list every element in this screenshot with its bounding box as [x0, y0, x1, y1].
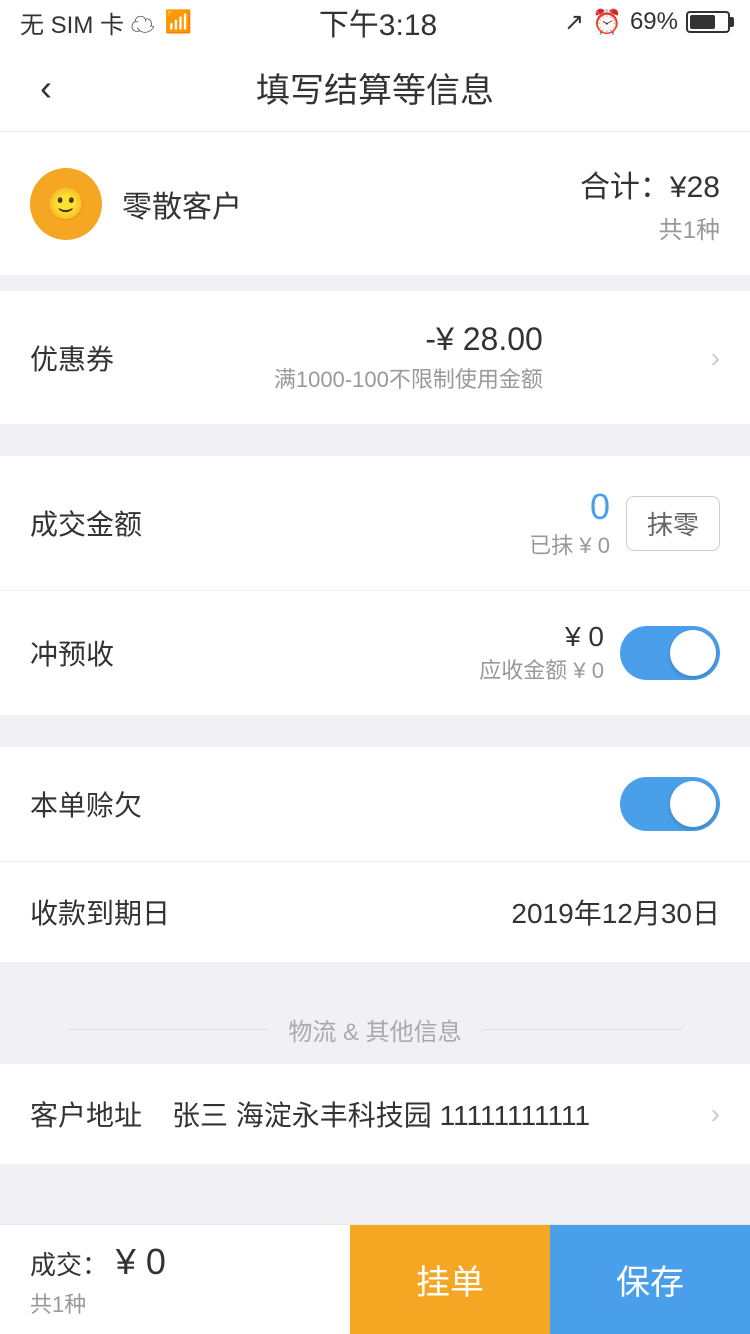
status-bar: 无 SIM 卡 ☁ 📶 下午3:18 ↗ ⏰ 69% — [0, 0, 750, 44]
prepayment-label: 冲预收 — [30, 633, 114, 673]
hang-button[interactable]: 挂单 — [350, 1225, 550, 1334]
transaction-label: 成交金额 — [30, 503, 142, 543]
logistics-section-label: 物流 & 其他信息 — [0, 994, 750, 1064]
transaction-sub: 已抹 ¥ 0 — [529, 528, 610, 560]
bottom-amount: ¥ 0 — [116, 1241, 166, 1282]
prepayment-value: ¥ 0 — [479, 621, 604, 653]
due-date-value: 2019年12月30日 — [511, 892, 720, 932]
credit-label: 本单赊欠 — [30, 784, 142, 824]
status-left: 无 SIM 卡 ☁ 📶 — [20, 5, 192, 40]
coupon-label: 优惠券 — [30, 338, 114, 378]
customer-right: 合计：¥28 共1种 — [580, 162, 720, 245]
bottom-deal-label: 成交： — [30, 1250, 108, 1280]
bottom-deal-row: 成交： ¥ 0 — [30, 1241, 320, 1283]
battery-icon — [686, 11, 730, 33]
coupon-right: -¥ 28.00 满1000-100不限制使用金额 — [274, 321, 543, 394]
divider-3 — [0, 978, 750, 994]
coupon-desc: 满1000-100不限制使用金额 — [274, 362, 543, 394]
coupon-section: 优惠券 -¥ 28.00 满1000-100不限制使用金额 › — [0, 291, 750, 424]
transaction-value: 0 — [529, 486, 610, 528]
divider-2 — [0, 731, 750, 747]
page-title: 填写结算等信息 — [256, 63, 494, 112]
battery-fill — [690, 15, 715, 29]
credit-right — [620, 777, 720, 831]
transaction-amount-row: 成交金额 0 已抹 ¥ 0 抹零 — [0, 456, 750, 591]
divider-1 — [0, 440, 750, 456]
alarm-icon: ⏰ — [592, 8, 622, 37]
save-button[interactable]: 保存 — [550, 1225, 750, 1334]
address-value: 张三 海淀永丰科技园 11111111111 — [172, 1094, 681, 1134]
coupon-amount: -¥ 28.00 — [274, 321, 543, 358]
location-icon: ↗ — [564, 8, 584, 37]
main-content: 🙂 零散客户 合计：¥28 共1种 优惠券 -¥ 28.00 满1000-100… — [0, 132, 750, 1300]
total-count: 共1种 — [580, 210, 720, 245]
transaction-value-col: 0 已抹 ¥ 0 — [529, 486, 610, 560]
avatar-icon: 🙂 — [46, 185, 86, 223]
due-date-label: 收款到期日 — [30, 892, 170, 932]
prepayment-sub: 应收金额 ¥ 0 — [479, 653, 604, 685]
prepayment-right: ¥ 0 应收金额 ¥ 0 — [479, 621, 720, 685]
address-section: 客户地址 张三 海淀永丰科技园 11111111111 › — [0, 1064, 750, 1164]
address-chevron: › — [711, 1098, 720, 1130]
address-row[interactable]: 客户地址 张三 海淀永丰科技园 11111111111 › — [0, 1064, 750, 1164]
battery-percent: 69% — [630, 8, 678, 36]
coupon-row[interactable]: 优惠券 -¥ 28.00 满1000-100不限制使用金额 › — [0, 291, 750, 424]
credit-row: 本单赊欠 — [0, 747, 750, 862]
nav-bar: ‹ 填写结算等信息 — [0, 44, 750, 132]
due-date-row: 收款到期日 2019年12月30日 — [0, 862, 750, 962]
back-icon: ‹ — [40, 67, 52, 108]
status-right: ↗ ⏰ 69% — [564, 8, 730, 37]
time-display: 下午3:18 — [319, 0, 437, 44]
address-label: 客户地址 — [30, 1094, 142, 1134]
customer-row: 🙂 零散客户 合计：¥28 共1种 — [0, 132, 750, 275]
credit-toggle[interactable] — [620, 777, 720, 831]
total-amount: 合计：¥28 — [580, 162, 720, 206]
sim-status: 无 SIM 卡 ☁ — [20, 5, 155, 40]
prepayment-row: 冲预收 ¥ 0 应收金额 ¥ 0 — [0, 591, 750, 715]
credit-section: 本单赊欠 收款到期日 2019年12月30日 — [0, 747, 750, 962]
transaction-right: 0 已抹 ¥ 0 抹零 — [529, 486, 720, 560]
logistics-label-text: 物流 & 其他信息 — [288, 1012, 461, 1047]
bottom-info: 成交： ¥ 0 共1种 — [0, 1241, 350, 1319]
customer-left: 🙂 零散客户 — [30, 168, 242, 240]
bottom-count: 共1种 — [30, 1287, 320, 1319]
customer-name: 零散客户 — [122, 182, 242, 226]
round-zero-button[interactable]: 抹零 — [626, 496, 720, 551]
back-button[interactable]: ‹ — [30, 57, 62, 119]
prepayment-toggle[interactable] — [620, 626, 720, 680]
prepayment-value-col: ¥ 0 应收金额 ¥ 0 — [479, 621, 604, 685]
credit-toggle-knob — [670, 781, 716, 827]
coupon-chevron: › — [711, 342, 720, 374]
wifi-icon: 📶 — [165, 9, 192, 35]
avatar: 🙂 — [30, 168, 102, 240]
transaction-section: 成交金额 0 已抹 ¥ 0 抹零 冲预收 ¥ 0 应收金额 ¥ 0 — [0, 456, 750, 715]
bottom-bar: 成交： ¥ 0 共1种 挂单 保存 — [0, 1224, 750, 1334]
prepayment-toggle-knob — [670, 630, 716, 676]
